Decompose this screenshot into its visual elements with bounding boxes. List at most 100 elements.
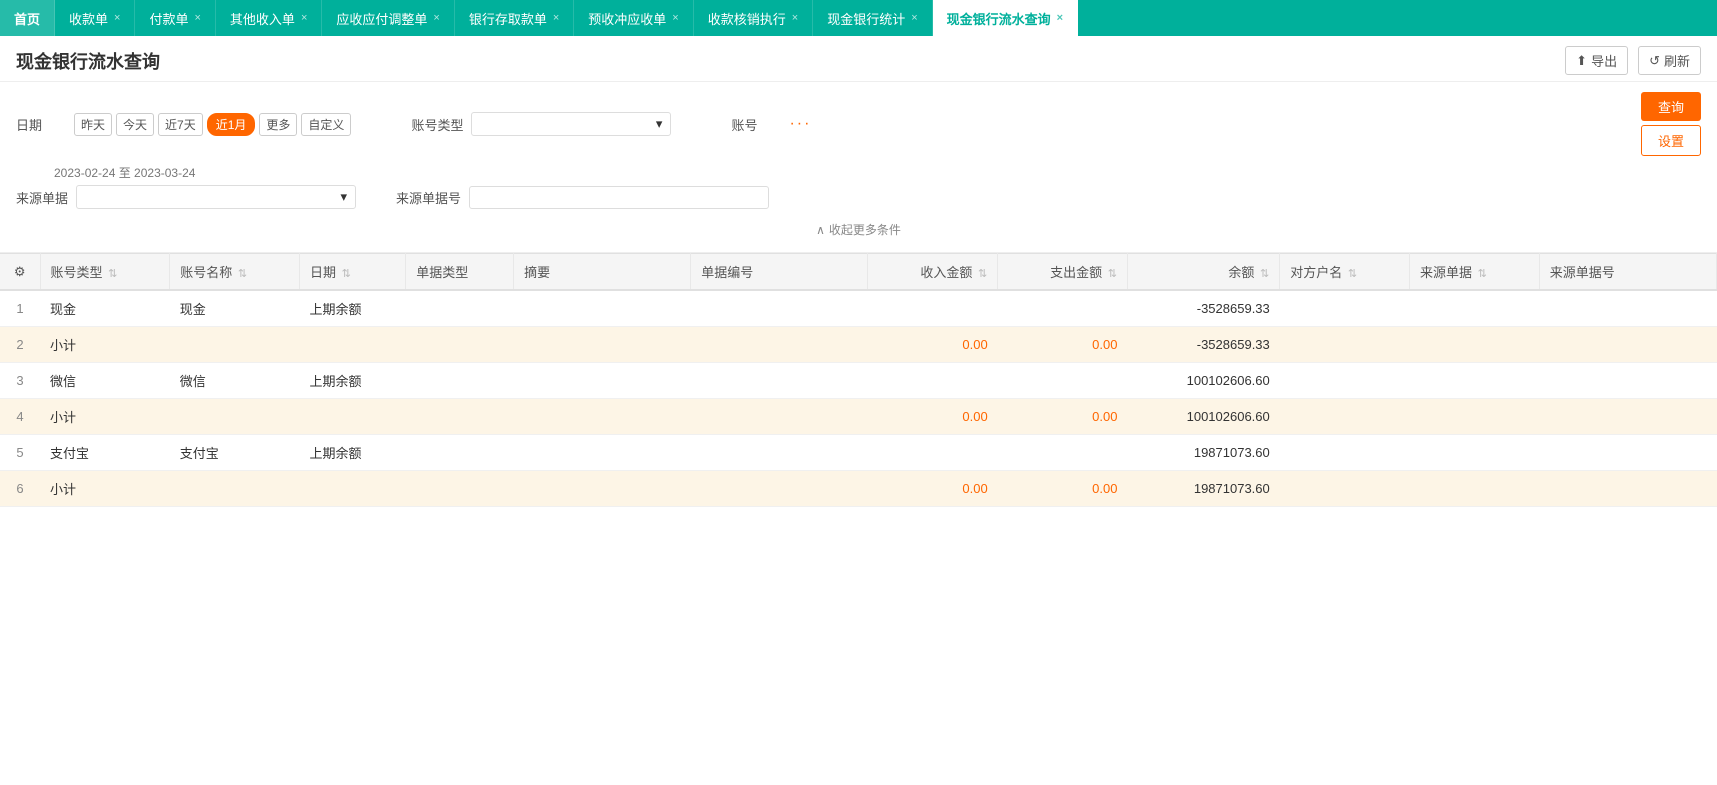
nav-receipts[interactable]: 收款单 × — [55, 0, 135, 36]
nav-bank-deposit[interactable]: 银行存取款单 × — [455, 0, 574, 36]
row-date — [299, 399, 405, 435]
date-today-btn[interactable]: 今天 — [116, 113, 154, 136]
row-balance: -3528659.33 — [1127, 327, 1279, 363]
date-last7-btn[interactable]: 近7天 — [158, 113, 203, 136]
page-title: 现金银行流水查询 — [16, 48, 160, 74]
close-icon[interactable]: × — [911, 12, 917, 24]
column-date[interactable]: 日期 — [299, 254, 405, 291]
row-summary — [514, 435, 691, 471]
close-icon[interactable]: × — [114, 12, 120, 24]
column-summary-label: 摘要 — [524, 265, 550, 280]
table-row: 3微信微信上期余额100102606.60 — [0, 363, 1717, 399]
row-expense — [998, 290, 1128, 327]
row-summary — [514, 327, 691, 363]
account-type-filter-group: 账号类型 — [411, 112, 671, 136]
refresh-button[interactable]: ↺ 刷新 — [1638, 46, 1701, 75]
settings-button[interactable]: 设置 — [1641, 125, 1701, 156]
source-doc-select[interactable] — [76, 185, 356, 209]
date-last1m-btn[interactable]: 近1月 — [207, 113, 256, 136]
close-icon[interactable]: × — [301, 12, 307, 24]
source-doc-no-input[interactable] — [469, 186, 769, 209]
column-expense[interactable]: 支出金额 — [998, 254, 1128, 291]
row-income — [868, 435, 998, 471]
row-balance: 100102606.60 — [1127, 399, 1279, 435]
nav-collect-verify[interactable]: 收款核销执行 × — [694, 0, 813, 36]
column-counterpart[interactable]: 对方户名 — [1280, 254, 1410, 291]
source-doc-filter-group: 来源单据 — [16, 185, 356, 209]
row-seq: 1 — [0, 290, 40, 327]
top-navigation: 首页 收款单 × 付款单 × 其他收入单 × 应收应付调整单 × 银行存取款单 … — [0, 0, 1717, 36]
row-doc-type — [406, 399, 514, 435]
column-account-name[interactable]: 账号名称 — [170, 254, 300, 291]
account-label: 账号 — [731, 115, 781, 134]
close-icon[interactable]: × — [553, 12, 559, 24]
nav-cash-bank-stats[interactable]: 现金银行统计 × — [813, 0, 932, 36]
account-type-select[interactable] — [471, 112, 671, 136]
row-account-type: 支付宝 — [40, 435, 170, 471]
column-summary[interactable]: 摘要 — [514, 254, 691, 291]
nav-home[interactable]: 首页 — [0, 0, 55, 36]
row-source-doc — [1410, 327, 1540, 363]
filter-area: 日期 昨天 今天 近7天 近1月 更多 自定义 账号类型 — [0, 82, 1717, 253]
nav-prepay-offset[interactable]: 预收冲应收单 × — [574, 0, 693, 36]
row-doc-type — [406, 435, 514, 471]
column-doc-no[interactable]: 单据编号 — [691, 254, 868, 291]
query-button[interactable]: 查询 — [1641, 92, 1701, 121]
collapse-bar[interactable]: 收起更多条件 — [16, 217, 1701, 242]
row-account-name: 现金 — [170, 290, 300, 327]
column-balance[interactable]: 余额 — [1127, 254, 1279, 291]
account-dots-btn[interactable]: ··· — [789, 115, 811, 133]
close-icon[interactable]: × — [1057, 12, 1063, 24]
export-button[interactable]: ⬆ 导出 — [1565, 46, 1628, 75]
account-filter-group: 账号 ··· — [731, 115, 811, 134]
sort-icon — [1260, 267, 1269, 280]
column-income[interactable]: 收入金额 — [868, 254, 998, 291]
row-source-doc-no — [1539, 327, 1716, 363]
date-yesterday-btn[interactable]: 昨天 — [74, 113, 112, 136]
close-icon[interactable]: × — [672, 12, 678, 24]
date-range-display: 2023-02-24 至 2023-03-24 — [54, 164, 1701, 181]
sort-icon — [1478, 267, 1487, 280]
row-doc-no — [691, 290, 868, 327]
export-icon: ⬆ — [1576, 53, 1587, 69]
row-account-name: 支付宝 — [170, 435, 300, 471]
account-type-label: 账号类型 — [411, 115, 463, 134]
data-table: 账号类型 账号名称 日期 单据类型 摘要 — [0, 253, 1717, 507]
column-settings[interactable] — [0, 254, 40, 291]
row-doc-type — [406, 363, 514, 399]
row-summary — [514, 363, 691, 399]
main-content: 现金银行流水查询 ⬆ 导出 ↺ 刷新 日期 昨天 今天 近7天 近1月 — [0, 36, 1717, 785]
nav-payments[interactable]: 付款单 × — [135, 0, 215, 36]
row-source-doc — [1410, 471, 1540, 507]
row-source-doc-no — [1539, 399, 1716, 435]
row-income — [868, 290, 998, 327]
row-counterpart — [1280, 363, 1410, 399]
column-doc-type[interactable]: 单据类型 — [406, 254, 514, 291]
column-source-doc-no[interactable]: 来源单据号 — [1539, 254, 1716, 291]
column-source-doc[interactable]: 来源单据 — [1410, 254, 1540, 291]
row-doc-no — [691, 471, 868, 507]
close-icon[interactable]: × — [194, 12, 200, 24]
date-custom-btn[interactable]: 自定义 — [301, 113, 351, 136]
source-doc-no-label: 来源单据号 — [396, 188, 461, 207]
row-date: 上期余额 — [299, 363, 405, 399]
row-doc-type — [406, 290, 514, 327]
sort-icon — [108, 267, 117, 280]
date-label: 日期 — [16, 115, 66, 134]
nav-ar-ap-adjust[interactable]: 应收应付调整单 × — [322, 0, 454, 36]
close-icon[interactable]: × — [792, 12, 798, 24]
row-seq: 6 — [0, 471, 40, 507]
column-account-type[interactable]: 账号类型 — [40, 254, 170, 291]
nav-cash-bank-flow[interactable]: 现金银行流水查询 × — [933, 0, 1078, 36]
column-account-name-label: 账号名称 — [180, 265, 232, 280]
row-expense: 0.00 — [998, 471, 1128, 507]
row-account-type: 小计 — [40, 399, 170, 435]
sort-icon — [342, 267, 351, 280]
chevron-down-icon — [340, 189, 347, 205]
sort-icon — [1108, 267, 1117, 280]
nav-other-income[interactable]: 其他收入单 × — [216, 0, 322, 36]
close-icon[interactable]: × — [433, 12, 439, 24]
date-more-btn[interactable]: 更多 — [259, 113, 297, 136]
row-source-doc — [1410, 290, 1540, 327]
row-counterpart — [1280, 327, 1410, 363]
